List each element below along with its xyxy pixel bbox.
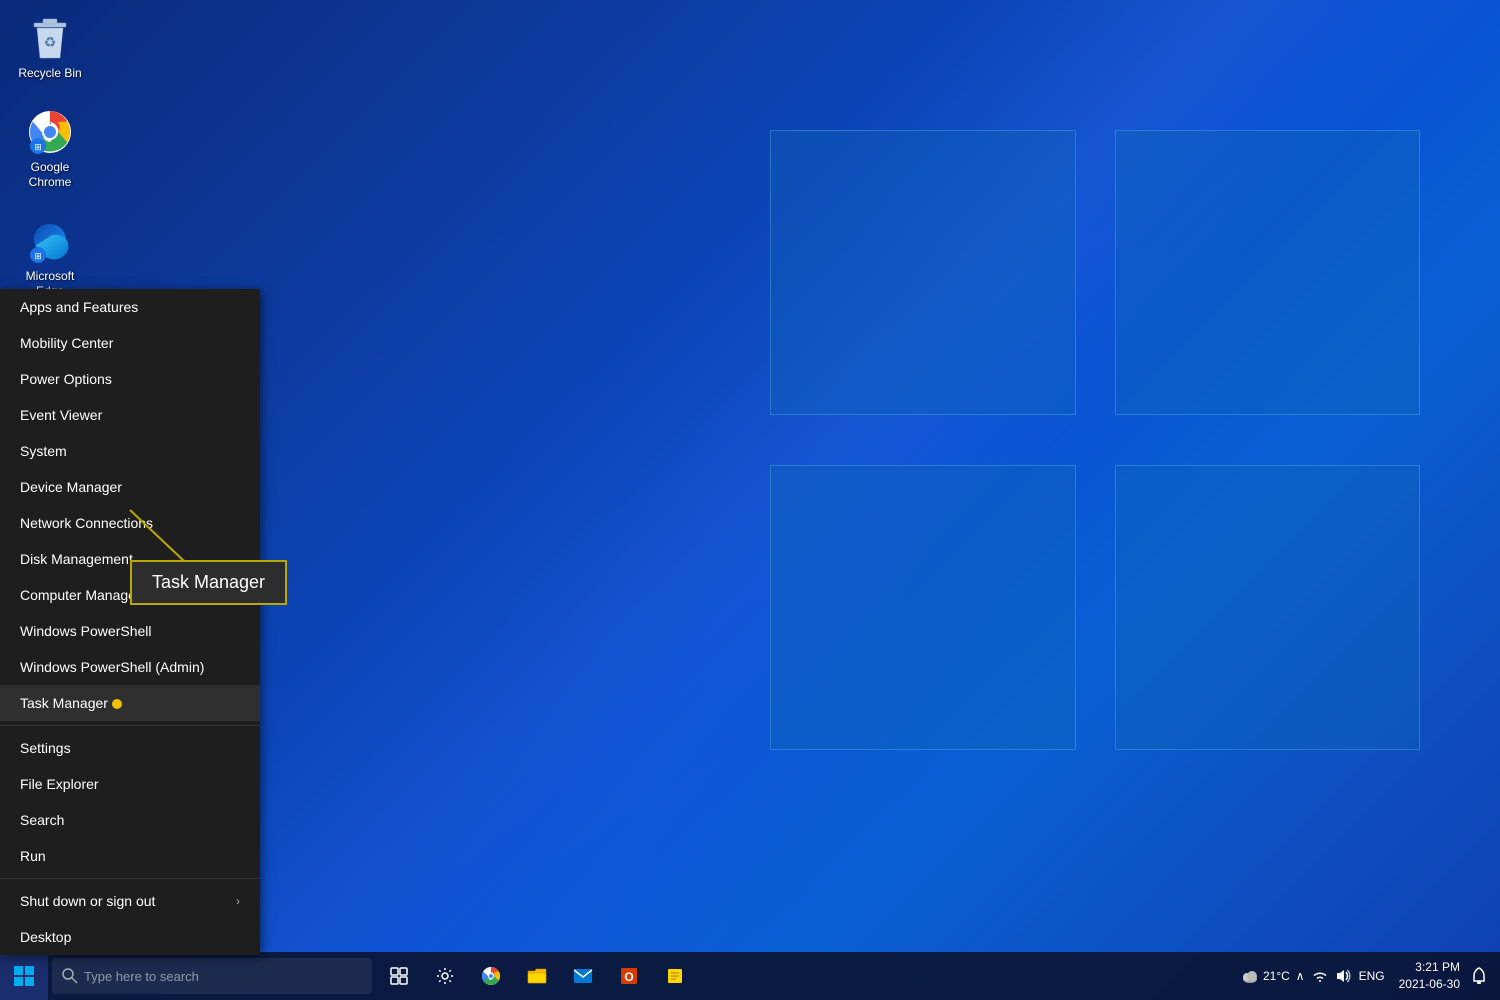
task-manager-tooltip: Task Manager <box>130 560 287 605</box>
shut-down-arrow-icon: › <box>236 894 240 908</box>
menu-separator-1 <box>0 725 260 726</box>
chrome-icon: ⊞ <box>26 108 74 156</box>
desktop: ♻ Recycle Bin ⊞ <box>0 0 1500 1000</box>
win-pane-bottom-left <box>770 465 1076 750</box>
language-label: ENG <box>1359 969 1385 983</box>
taskbar-notes-button[interactable] <box>652 952 698 1000</box>
start-button[interactable] <box>0 952 48 1000</box>
menu-item-file-explorer[interactable]: File Explorer <box>0 766 260 802</box>
chrome-label: Google Chrome <box>14 160 86 189</box>
volume-icon <box>1335 968 1353 984</box>
task-manager-dot <box>112 699 122 709</box>
taskbar-pinned-icons: O <box>376 952 698 1000</box>
taskbar-settings-button[interactable] <box>422 952 468 1000</box>
desktop-icon-recycle-bin[interactable]: ♻ Recycle Bin <box>10 10 90 84</box>
cloud-icon <box>1241 967 1259 985</box>
weather-widget[interactable]: 21°C <box>1241 967 1290 985</box>
menu-item-shut-down[interactable]: Shut down or sign out › <box>0 883 260 919</box>
context-menu: Apps and Features Mobility Center Power … <box>0 289 260 955</box>
taskbar-mail-button[interactable] <box>560 952 606 1000</box>
edge-icon: ⊞ <box>26 217 74 265</box>
file-explorer-icon <box>527 967 547 985</box>
svg-text:♻: ♻ <box>44 34 57 50</box>
menu-item-desktop[interactable]: Desktop <box>0 919 260 955</box>
clock-date: 2021-06-30 <box>1399 976 1460 993</box>
wifi-icon <box>1311 969 1329 983</box>
menu-item-power-options[interactable]: Power Options <box>0 361 260 397</box>
notes-icon <box>666 967 684 985</box>
search-placeholder: Type here to search <box>84 969 199 984</box>
taskbar: Type here to search <box>0 952 1500 1000</box>
menu-item-settings[interactable]: Settings <box>0 730 260 766</box>
menu-item-windows-powershell-admin[interactable]: Windows PowerShell (Admin) <box>0 649 260 685</box>
office-icon: O <box>619 966 639 986</box>
svg-text:⊞: ⊞ <box>34 142 42 152</box>
menu-item-event-viewer[interactable]: Event Viewer <box>0 397 260 433</box>
notification-button[interactable] <box>1466 952 1492 1000</box>
temperature-label: 21°C <box>1263 969 1290 983</box>
taskbar-system-tray: 21°C ∧ ENG 3:21 PM 2 <box>1241 952 1500 1000</box>
win-pane-top-right <box>1115 130 1421 415</box>
system-tray-expand[interactable]: ∧ <box>1296 969 1305 983</box>
windows-logo-decoration <box>770 130 1420 750</box>
menu-item-mobility-center[interactable]: Mobility Center <box>0 325 260 361</box>
notification-icon <box>1471 967 1487 985</box>
menu-item-device-manager[interactable]: Device Manager <box>0 469 260 505</box>
desktop-icon-area: ♻ Recycle Bin ⊞ <box>10 10 90 302</box>
recycle-bin-icon: ♻ <box>26 14 74 62</box>
taskbar-chrome-icon <box>481 966 501 986</box>
menu-item-system[interactable]: System <box>0 433 260 469</box>
taskbar-task-view-button[interactable] <box>376 952 422 1000</box>
search-icon <box>62 968 78 984</box>
taskbar-office-button[interactable]: O <box>606 952 652 1000</box>
svg-text:⊞: ⊞ <box>34 251 42 261</box>
settings-icon <box>436 967 454 985</box>
win-pane-top-left <box>770 130 1076 415</box>
taskbar-search-area[interactable]: Type here to search <box>52 958 372 994</box>
menu-item-apps-features[interactable]: Apps and Features <box>0 289 260 325</box>
menu-separator-2 <box>0 878 260 879</box>
menu-item-search[interactable]: Search <box>0 802 260 838</box>
menu-item-windows-powershell[interactable]: Windows PowerShell <box>0 613 260 649</box>
menu-item-task-manager[interactable]: Task Manager <box>0 685 260 721</box>
menu-item-run[interactable]: Run <box>0 838 260 874</box>
system-clock[interactable]: 3:21 PM 2021-06-30 <box>1399 959 1460 993</box>
svg-text:O: O <box>624 970 633 984</box>
task-view-icon <box>390 967 408 985</box>
desktop-icon-chrome[interactable]: ⊞ Google Chrome <box>10 104 90 193</box>
menu-item-network-connections[interactable]: Network Connections <box>0 505 260 541</box>
mail-icon <box>573 968 593 984</box>
start-button-icon <box>14 966 34 986</box>
clock-time: 3:21 PM <box>1399 959 1460 976</box>
win-pane-bottom-right <box>1115 465 1421 750</box>
taskbar-chrome-button[interactable] <box>468 952 514 1000</box>
taskbar-file-explorer-button[interactable] <box>514 952 560 1000</box>
recycle-bin-label: Recycle Bin <box>18 66 81 80</box>
